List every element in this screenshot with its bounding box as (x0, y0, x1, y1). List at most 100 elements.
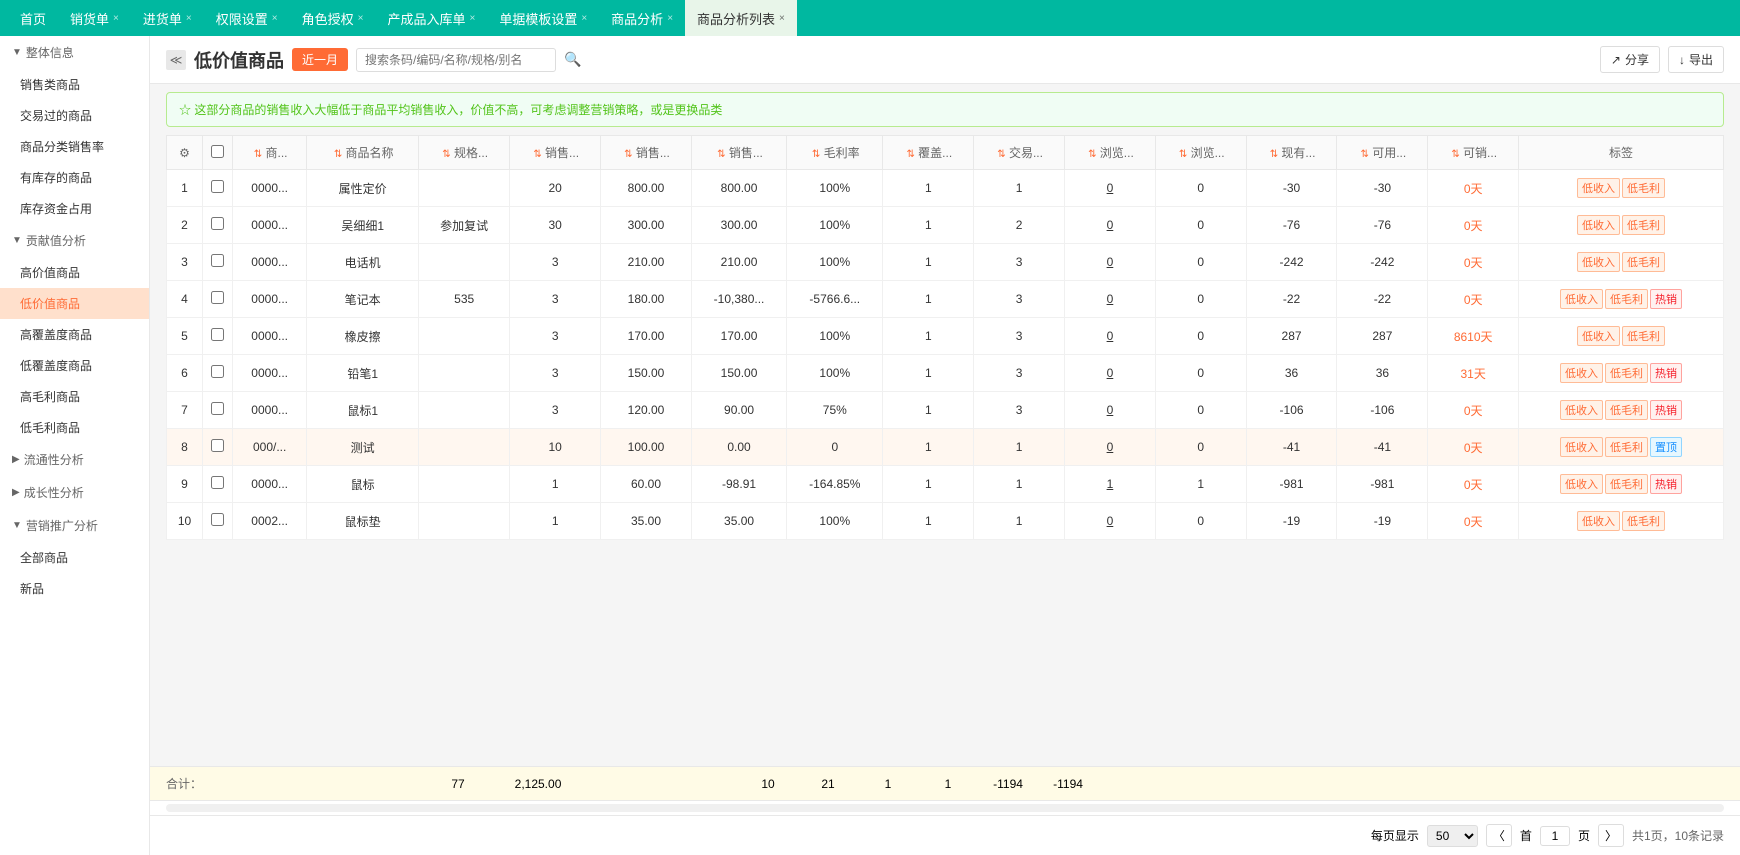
nav-close-analysis[interactable]: × (667, 13, 673, 24)
nav-close-analysis-list[interactable]: × (779, 13, 785, 24)
nav-template-settings[interactable]: 单据模板设置 × (487, 0, 599, 36)
row-checkbox[interactable] (211, 402, 224, 415)
row-views1[interactable]: 0 (1107, 329, 1114, 343)
row-checkbox[interactable] (211, 328, 224, 341)
row-name: 鼠标1 (307, 392, 419, 429)
col-code[interactable]: ⇅ 商... (233, 136, 307, 170)
col-name[interactable]: ⇅ 商品名称 (307, 136, 419, 170)
row-available: 287 (1337, 318, 1428, 355)
tag: 低收入 (1560, 289, 1603, 309)
settings-col-header[interactable]: ⚙ (167, 136, 203, 170)
nav-close-product-entry[interactable]: × (469, 13, 475, 24)
sidebar-item-all-products[interactable]: 全部商品 (0, 542, 149, 573)
row-sales-amt: 60.00 (601, 466, 692, 503)
nav-analysis-list[interactable]: 商品分析列表 × (685, 0, 797, 36)
row-transactions: 3 (974, 244, 1065, 281)
row-checkbox[interactable] (211, 254, 224, 267)
sidebar-item-sales-products[interactable]: 销售类商品 (0, 69, 149, 100)
search-icon[interactable]: 🔍 (564, 51, 581, 68)
sidebar-item-high-value[interactable]: 高价值商品 (0, 257, 149, 288)
row-code: 0000... (233, 244, 307, 281)
col-sales-qty[interactable]: ⇅ 销售... (510, 136, 601, 170)
next-page-button[interactable]: 〉 (1598, 824, 1624, 847)
sidebar-item-stocked-products[interactable]: 有库存的商品 (0, 162, 149, 193)
col-spec[interactable]: ⇅ 规格... (419, 136, 510, 170)
row-views1[interactable]: 0 (1107, 218, 1114, 232)
sidebar-group-circulation[interactable]: ▶ 流通性分析 (0, 443, 149, 476)
sidebar-item-new-products[interactable]: 新品 (0, 573, 149, 604)
page-number-input[interactable] (1540, 826, 1570, 846)
row-stock: -22 (1246, 281, 1337, 318)
row-gross-rate: 100% (787, 318, 883, 355)
nav-roles[interactable]: 角色授权 × (290, 0, 376, 36)
horizontal-scrollbar[interactable] (166, 804, 1724, 812)
row-checkbox[interactable] (211, 291, 224, 304)
sidebar-group-contribution[interactable]: ▼ 贡献值分析 (0, 224, 149, 257)
export-button[interactable]: ↓ 导出 (1668, 46, 1724, 73)
col-transactions[interactable]: ⇅ 交易... (974, 136, 1065, 170)
nav-sales[interactable]: 销货单 × (58, 0, 131, 36)
first-page-button[interactable]: 〈 (1486, 824, 1512, 847)
row-views1[interactable]: 1 (1107, 477, 1114, 491)
row-views1[interactable]: 0 (1107, 403, 1114, 417)
col-gross-rate[interactable]: ⇅ 毛利率 (787, 136, 883, 170)
nav-close-purchase[interactable]: × (186, 13, 192, 24)
sidebar-item-traded-products[interactable]: 交易过的商品 (0, 100, 149, 131)
row-checkbox[interactable] (211, 476, 224, 489)
row-checkbox[interactable] (211, 513, 224, 526)
row-checkbox[interactable] (211, 365, 224, 378)
sidebar-item-high-coverage[interactable]: 高覆盖度商品 (0, 319, 149, 350)
footer-transactions: 21 (798, 777, 858, 791)
col-coverage[interactable]: ⇅ 覆盖... (883, 136, 974, 170)
page-size-select[interactable]: 50 100 200 (1427, 825, 1478, 847)
col-stock[interactable]: ⇅ 现有... (1246, 136, 1337, 170)
col-sales-amt[interactable]: ⇅ 销售... (601, 136, 692, 170)
page-prefix-label: 首 (1520, 827, 1532, 844)
nav-close-permissions[interactable]: × (272, 13, 278, 24)
row-checkbox[interactable] (211, 180, 224, 193)
sidebar-group-growth[interactable]: ▶ 成长性分析 (0, 476, 149, 509)
row-views1[interactable]: 0 (1107, 514, 1114, 528)
row-saleable-days: 8610天 (1428, 318, 1519, 355)
col-saleable[interactable]: ⇅ 可销... (1428, 136, 1519, 170)
nav-close-roles[interactable]: × (358, 13, 364, 24)
nav-close-template[interactable]: × (581, 13, 587, 24)
row-views2: 1 (1155, 466, 1246, 503)
row-views1[interactable]: 0 (1107, 255, 1114, 269)
nav-product-analysis[interactable]: 商品分析 × (599, 0, 685, 36)
sidebar-item-capital-usage[interactable]: 库存资金占用 (0, 193, 149, 224)
sidebar-item-low-value[interactable]: 低价值商品 (0, 288, 149, 319)
sidebar-item-low-margin[interactable]: 低毛利商品 (0, 412, 149, 443)
row-views1[interactable]: 0 (1107, 440, 1114, 454)
sidebar-item-low-coverage[interactable]: 低覆盖度商品 (0, 350, 149, 381)
row-checkbox[interactable] (211, 439, 224, 452)
share-button[interactable]: ↗ 分享 (1600, 46, 1660, 73)
checkbox-col-header[interactable] (203, 136, 233, 170)
row-checkbox[interactable] (211, 217, 224, 230)
filter-month-button[interactable]: 近一月 (292, 48, 348, 71)
nav-product-entry[interactable]: 产成品入库单 × (375, 0, 487, 36)
sidebar-item-category-sales[interactable]: 商品分类销售率 (0, 131, 149, 162)
row-sales-avg: 150.00 (691, 355, 786, 392)
tag: 低收入 (1577, 215, 1620, 235)
row-views1[interactable]: 0 (1107, 292, 1114, 306)
sidebar-group-overall[interactable]: ▼ 整体信息 (0, 36, 149, 69)
sidebar-group-marketing[interactable]: ▼ 营销推广分析 (0, 509, 149, 542)
row-transactions: 1 (974, 466, 1065, 503)
col-sales-avg[interactable]: ⇅ 销售... (691, 136, 786, 170)
col-available[interactable]: ⇅ 可用... (1337, 136, 1428, 170)
footer-available: -1194 (1038, 777, 1098, 791)
row-views1[interactable]: 0 (1107, 366, 1114, 380)
select-all-checkbox[interactable] (211, 145, 224, 158)
nav-home[interactable]: 首页 (8, 0, 58, 36)
row-views1[interactable]: 0 (1107, 181, 1114, 195)
sidebar-item-high-margin[interactable]: 高毛利商品 (0, 381, 149, 412)
nav-close-sales[interactable]: × (113, 13, 119, 24)
col-views1[interactable]: ⇅ 浏览... (1065, 136, 1156, 170)
col-views2[interactable]: ⇅ 浏览... (1155, 136, 1246, 170)
search-input[interactable] (356, 48, 556, 72)
nav-permissions[interactable]: 权限设置 × (204, 0, 290, 36)
collapse-sidebar-button[interactable]: ≪ (166, 50, 186, 70)
row-name: 测试 (307, 429, 419, 466)
nav-purchase[interactable]: 进货单 × (131, 0, 204, 36)
